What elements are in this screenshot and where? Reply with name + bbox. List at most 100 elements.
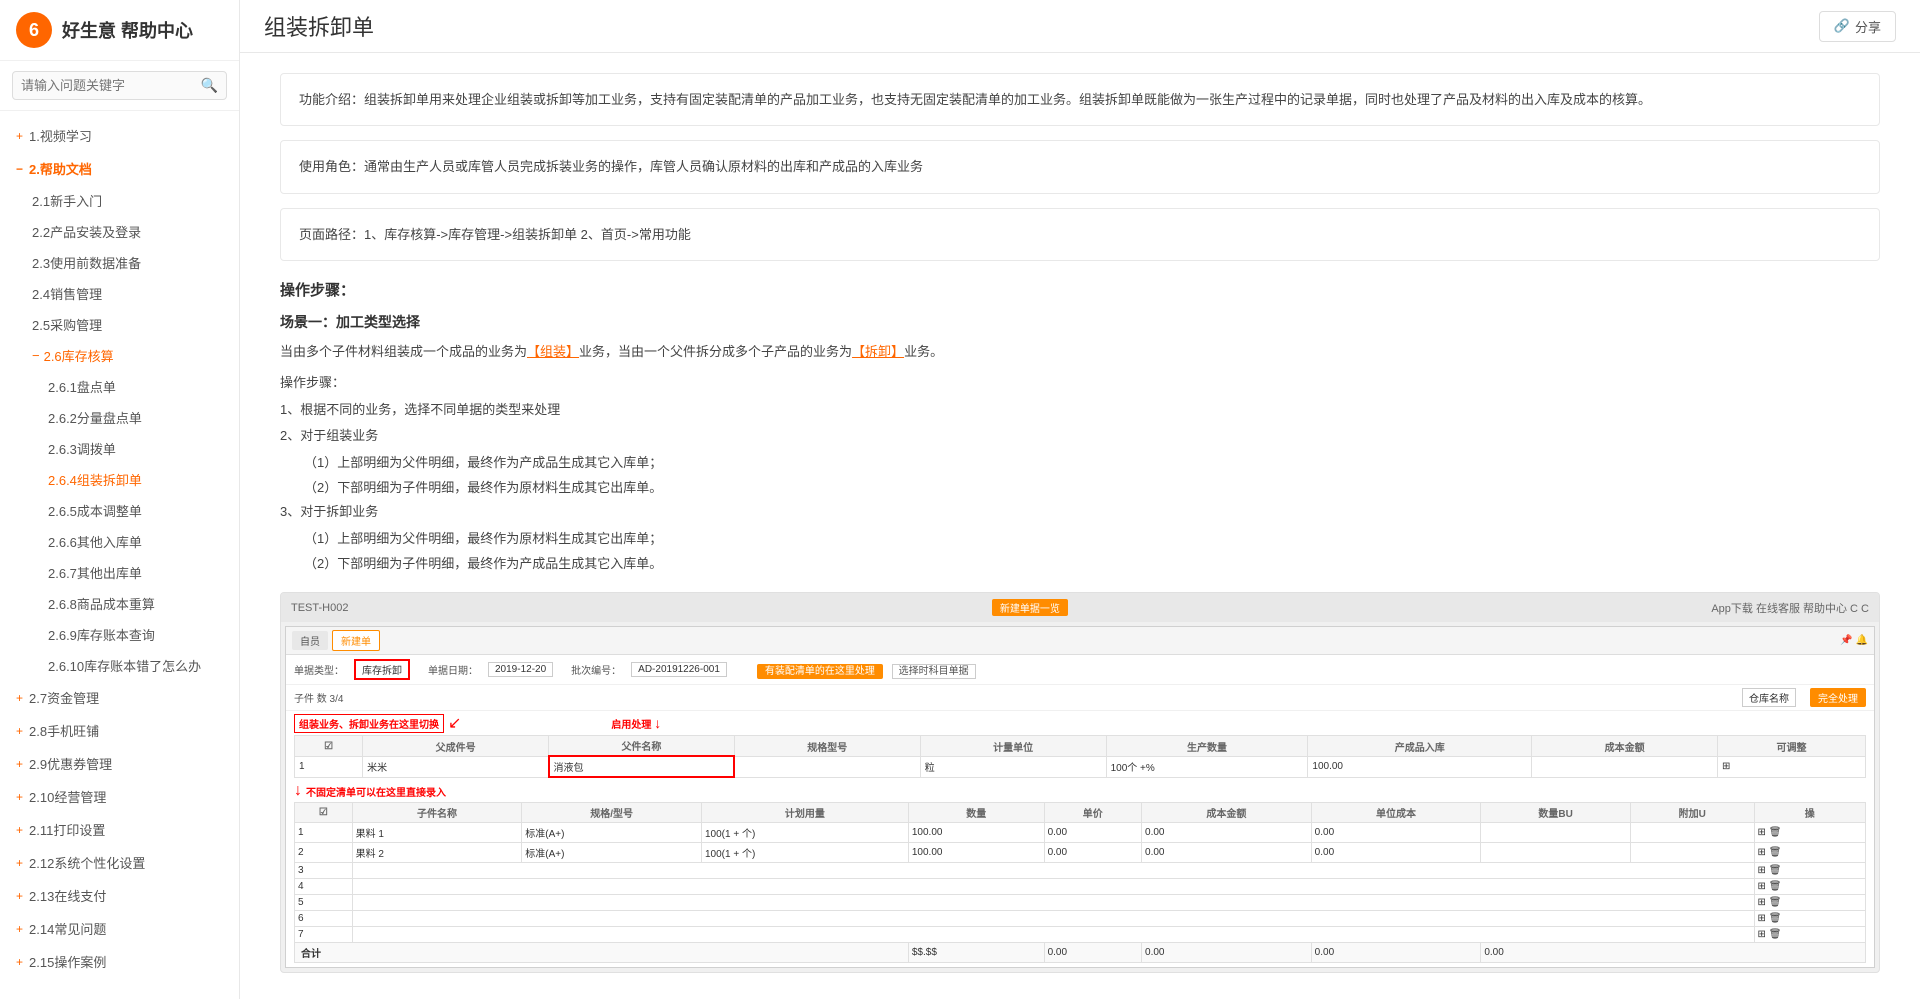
sidebar-item-docs-266[interactable]: 2.6.6其他入库单	[0, 526, 239, 557]
share-icon: 🔗	[1834, 18, 1850, 34]
sidebar-item-docs-268[interactable]: 2.6.8商品成本重算	[0, 588, 239, 619]
sidebar-label-docs-269: 2.6.9库存账本查询	[48, 625, 155, 644]
btr3-act: ⊞ 🗑	[1754, 863, 1865, 879]
link-assembly[interactable]: 【组装】	[527, 344, 579, 359]
step-3-sub2: （2）下部明细为子件明细，最终作为产成品生成其它入库单。	[304, 552, 1880, 577]
tr1-adj: ⊞	[1718, 756, 1866, 777]
steps-list: 操作步骤： 1、根据不同的业务，选择不同单据的类型来处理 2、对于组装业务 （1…	[280, 371, 1880, 577]
sidebar-item-docs-22[interactable]: 2.2产品安装及登录	[0, 216, 239, 247]
sidebar-item-docs-213[interactable]: + 2.13在线支付	[0, 879, 239, 912]
page-title: 组装拆卸单	[264, 10, 374, 42]
sidebar-label-docs-29: 2.9优惠券管理	[29, 754, 112, 773]
search-area: 🔍	[0, 61, 239, 111]
btr4-act: ⊞ 🗑	[1754, 879, 1865, 895]
screenshot-annotation5: 不固定清单可以在这里直接录入	[306, 784, 446, 799]
sidebar-label-docs-267: 2.6.7其他出库单	[48, 563, 142, 582]
bth-plan: 计划用量	[701, 803, 908, 823]
screenshot-batch-label: 批次编号：	[571, 662, 621, 677]
th-adjustable: 可调整	[1718, 736, 1866, 757]
sidebar-item-docs-2610[interactable]: 2.6.10库存账本错了怎么办	[0, 650, 239, 681]
top-bar: 组装拆卸单 🔗 分享	[240, 0, 1920, 53]
path-block: 页面路径：1、库存核算->库存管理->组装拆卸单 2、首页->常用功能	[280, 208, 1880, 261]
content-area: 功能介绍：组装拆卸单用来处理企业组装或拆卸等加工业务，支持有固定装配清单的产品加…	[240, 53, 1920, 999]
screenshot-annotation1-btn: 选择时科目单据	[892, 664, 976, 679]
btr7-empty	[352, 927, 1754, 943]
main-area: 组装拆卸单 🔗 分享 功能介绍：组装拆卸单用来处理企业组装或拆卸等加工业务，支持…	[240, 0, 1920, 999]
expand-icon-213: +	[16, 889, 23, 903]
bth-qty: 数量	[908, 803, 1044, 823]
collapse-icon-docs: −	[16, 162, 23, 176]
btr4-check: 4	[295, 879, 353, 895]
sidebar-item-docs-215[interactable]: + 2.15操作案例	[0, 945, 239, 978]
screenshot-bottom-table: ☑ 子件名称 规格/型号 计划用量 数量 单价 成本金额 单位成本 数量BU 附…	[294, 802, 1866, 963]
btr2-plan: 100(1 + 个)	[701, 843, 908, 863]
sidebar-label-docs-213: 2.13在线支付	[29, 886, 106, 905]
logo-icon: 6	[16, 12, 52, 48]
btr1-spec: 标准(A+)	[522, 823, 702, 843]
sidebar-label-docs-265: 2.6.5成本调整单	[48, 501, 142, 520]
sidebar-item-docs-263[interactable]: 2.6.3调拨单	[0, 433, 239, 464]
sidebar-item-docs-29[interactable]: + 2.9优惠券管理	[0, 747, 239, 780]
sidebar-label-docs-24: 2.4销售管理	[32, 284, 102, 303]
search-icon[interactable]: 🔍	[201, 77, 218, 94]
sidebar-label-docs-263: 2.6.3调拨单	[48, 439, 116, 458]
btr2-qtybu	[1481, 843, 1631, 863]
search-input[interactable]	[21, 78, 201, 93]
btr2-spec: 标准(A+)	[522, 843, 702, 863]
btr2-check: 2	[295, 843, 353, 863]
screenshot-doctype-label: 单据类型：	[294, 662, 344, 677]
screenshot-batch-value: AD-20191226-001	[631, 662, 727, 677]
screenshot-tab-home: 自员	[292, 631, 328, 650]
sidebar-label-docs-26: 2.6库存核算	[44, 346, 114, 365]
footer-label: 合计	[295, 943, 909, 963]
sidebar-item-docs-267[interactable]: 2.6.7其他出库单	[0, 557, 239, 588]
btr1-unitcost: 0.00	[1311, 823, 1481, 843]
sidebar-item-docs-261[interactable]: 2.6.1盘点单	[0, 371, 239, 402]
screenshot-confirm-btn: 完全处理	[1810, 688, 1866, 707]
sidebar-item-docs-23[interactable]: 2.3使用前数据准备	[0, 247, 239, 278]
sidebar-label-docs-23: 2.3使用前数据准备	[32, 253, 141, 272]
step-3: 3、对于拆卸业务	[280, 500, 1880, 525]
sidebar-item-docs-24[interactable]: 2.4销售管理	[0, 278, 239, 309]
steps-label: 操作步骤：	[280, 371, 1880, 396]
sidebar-item-docs-214[interactable]: + 2.14常见问题	[0, 912, 239, 945]
sidebar-item-docs-212[interactable]: + 2.12系统个性化设置	[0, 846, 239, 879]
sidebar-item-docs-25[interactable]: 2.5采购管理	[0, 309, 239, 340]
btr1-check: 1	[295, 823, 353, 843]
sidebar-item-docs-269[interactable]: 2.6.9库存账本查询	[0, 619, 239, 650]
sidebar-item-docs-21[interactable]: 2.1新手入门	[0, 185, 239, 216]
sidebar-label-docs-21: 2.1新手入门	[32, 191, 102, 210]
sidebar-item-docs-211[interactable]: + 2.11打印设置	[0, 813, 239, 846]
step-2-sub2: （2）下部明细为子件明细，最终作为原材料生成其它出库单。	[304, 476, 1880, 501]
btr7-check: 7	[295, 927, 353, 943]
tr1-instock: 100.00	[1308, 756, 1532, 777]
share-button[interactable]: 🔗 分享	[1819, 11, 1896, 42]
btr3-empty	[352, 863, 1754, 879]
sidebar-item-docs-265[interactable]: 2.6.5成本调整单	[0, 495, 239, 526]
sidebar: 6 好生意 帮助中心 🔍 + 1.视频学习 − 2.帮助文档 2.1新手入门 2…	[0, 0, 240, 999]
tr1-name: 消液包	[549, 756, 735, 777]
step-3-sub1: （1）上部明细为父件明细，最终作为原材料生成其它出库单；	[304, 527, 1880, 552]
sidebar-item-docs-264[interactable]: 2.6.4组装拆卸单	[0, 464, 239, 495]
link-disassembly[interactable]: 【拆卸】	[852, 344, 904, 359]
tr1-code: 米米	[363, 756, 549, 777]
footer-price: 0.00	[1044, 943, 1141, 963]
th-instock: 产成品入库	[1308, 736, 1532, 757]
sidebar-label-docs-25: 2.5采购管理	[32, 315, 102, 334]
btr7-act: ⊞ 🗑	[1754, 927, 1865, 943]
btr6-check: 6	[295, 911, 353, 927]
expand-icon-215: +	[16, 955, 23, 969]
expand-icon-214: +	[16, 922, 23, 936]
th-father-code: 父成件号	[363, 736, 549, 757]
sidebar-item-docs[interactable]: − 2.帮助文档	[0, 152, 239, 185]
sidebar-item-docs-262[interactable]: 2.6.2分量盘点单	[0, 402, 239, 433]
footer-qty: $$.$$	[908, 943, 1044, 963]
sidebar-item-docs-28[interactable]: + 2.8手机旺铺	[0, 714, 239, 747]
sidebar-item-docs-27[interactable]: + 2.7资金管理	[0, 681, 239, 714]
nav-tree: + 1.视频学习 − 2.帮助文档 2.1新手入门 2.2产品安装及登录 2.3…	[0, 111, 239, 999]
sidebar-label-docs-27: 2.7资金管理	[29, 688, 99, 707]
sidebar-item-docs-26[interactable]: − 2.6库存核算	[0, 340, 239, 371]
sidebar-item-docs-210[interactable]: + 2.10经营管理	[0, 780, 239, 813]
tr1-spec	[734, 756, 920, 777]
sidebar-item-video[interactable]: + 1.视频学习	[0, 119, 239, 152]
